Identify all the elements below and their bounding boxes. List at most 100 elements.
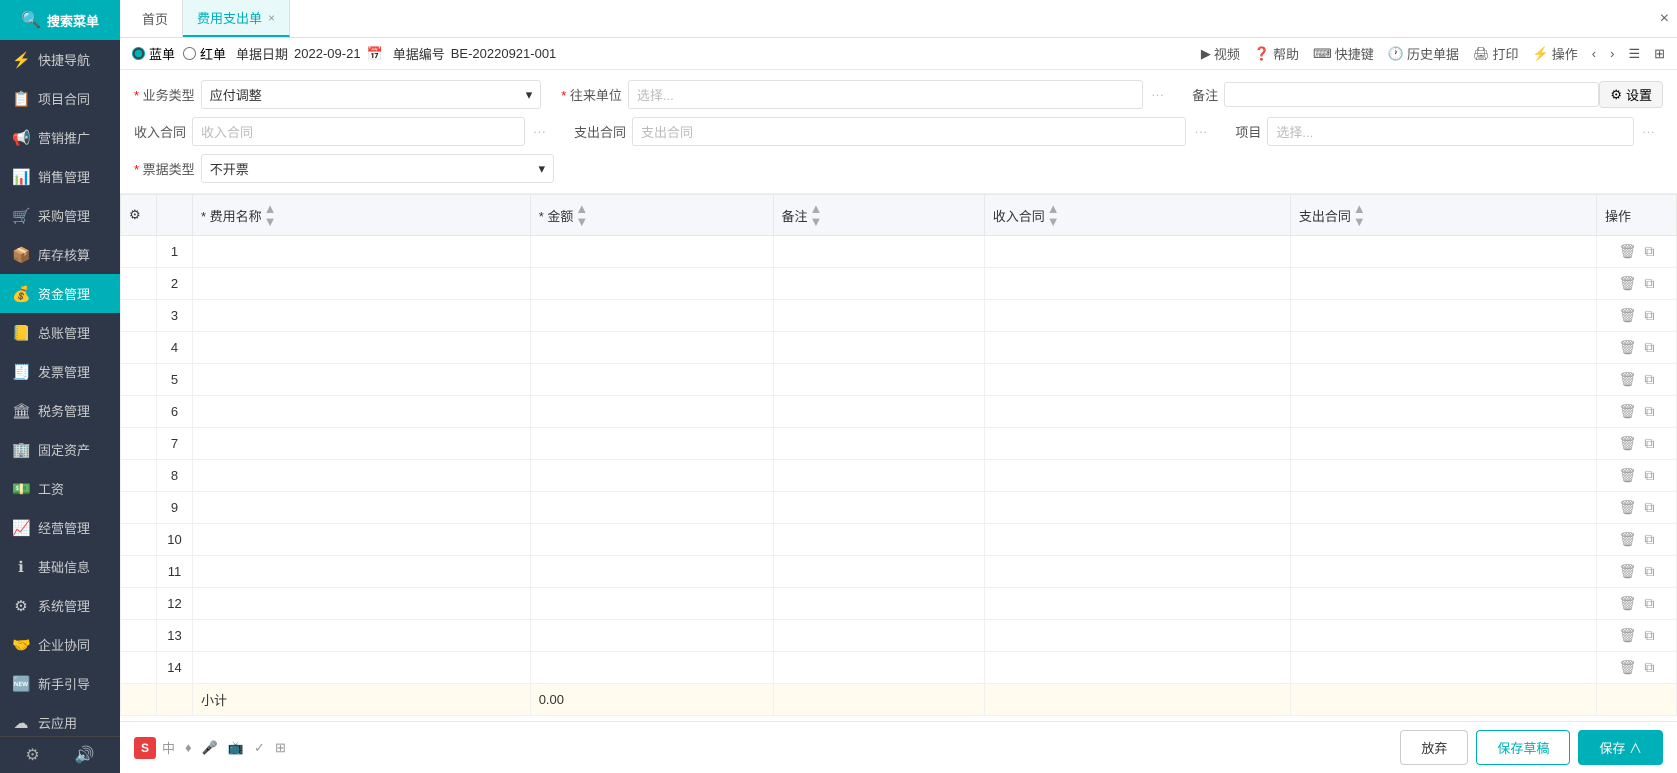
row-income-contract-12[interactable] — [984, 588, 1290, 620]
row-remark-7[interactable] — [773, 428, 984, 460]
row-amount-6[interactable] — [530, 396, 773, 428]
sidebar-item-ledger-mgmt[interactable]: 📒 总账管理 — [0, 313, 120, 352]
remark-input[interactable] — [1224, 82, 1599, 107]
sidebar-item-project-contract[interactable]: 📋 项目合同 — [0, 79, 120, 118]
row-income-contract-1[interactable] — [984, 236, 1290, 268]
sidebar-item-payroll[interactable]: 💵 工资 — [0, 469, 120, 508]
row-expense-contract-4[interactable] — [1290, 332, 1596, 364]
row-income-contract-14[interactable] — [984, 652, 1290, 684]
row-expense-contract-11[interactable] — [1290, 556, 1596, 588]
row-delete-4[interactable]: 🗑 — [1619, 339, 1637, 356]
row-delete-2[interactable]: 🗑 — [1619, 275, 1637, 292]
settings-button[interactable]: ⚙ 设置 — [1599, 81, 1663, 108]
row-remark-3[interactable] — [773, 300, 984, 332]
row-delete-7[interactable]: 🗑 — [1619, 435, 1637, 452]
row-amount-7[interactable] — [530, 428, 773, 460]
expense-contract-dots[interactable]: ··· — [1194, 124, 1207, 139]
row-amount-5[interactable] — [530, 364, 773, 396]
row-copy-12[interactable]: ⧉ — [1644, 595, 1654, 612]
row-delete-10[interactable]: 🗑 — [1619, 531, 1637, 548]
row-delete-6[interactable]: 🗑 — [1619, 403, 1637, 420]
counterpart-dots[interactable]: ··· — [1151, 87, 1164, 102]
nav-left-btn[interactable]: ‹ — [1592, 46, 1596, 61]
save-draft-button[interactable]: 保存草稿 — [1476, 730, 1570, 765]
tool-check[interactable]: ✓ — [254, 740, 265, 756]
row-expense-name-4[interactable] — [193, 332, 531, 364]
th-expense-name[interactable]: * 费用名称 ▲▼ — [193, 195, 531, 236]
radio-red[interactable] — [183, 47, 196, 60]
sidebar-item-capital-mgmt[interactable]: 💰 资金管理 — [0, 274, 120, 313]
tab-home[interactable]: 首页 — [128, 0, 183, 37]
row-remark-10[interactable] — [773, 524, 984, 556]
audio-icon[interactable]: 🔊 — [75, 745, 95, 765]
row-income-contract-10[interactable] — [984, 524, 1290, 556]
sidebar-item-sys-mgmt[interactable]: ⚙ 系统管理 — [0, 586, 120, 625]
row-income-contract-7[interactable] — [984, 428, 1290, 460]
row-amount-12[interactable] — [530, 588, 773, 620]
row-income-contract-11[interactable] — [984, 556, 1290, 588]
row-expense-contract-12[interactable] — [1290, 588, 1596, 620]
row-copy-4[interactable]: ⧉ — [1644, 339, 1654, 356]
row-copy-5[interactable]: ⧉ — [1644, 371, 1654, 388]
row-expense-contract-3[interactable] — [1290, 300, 1596, 332]
sort-expense-name[interactable]: ▲▼ — [264, 202, 277, 228]
sort-expense[interactable]: ▲▼ — [1353, 202, 1366, 228]
th-income-contract[interactable]: 收入合同 ▲▼ — [984, 195, 1290, 236]
row-expense-contract-7[interactable] — [1290, 428, 1596, 460]
row-amount-3[interactable] — [530, 300, 773, 332]
row-copy-10[interactable]: ⧉ — [1644, 531, 1654, 548]
tool-zh[interactable]: 中 — [162, 738, 175, 757]
view-list-btn[interactable]: ☰ — [1628, 46, 1640, 62]
row-expense-name-10[interactable] — [193, 524, 531, 556]
row-copy-1[interactable]: ⧉ — [1644, 243, 1654, 260]
save-button[interactable]: 保存 ∧ — [1578, 730, 1663, 765]
view-grid-btn[interactable]: ⊞ — [1654, 46, 1665, 62]
row-expense-name-9[interactable] — [193, 492, 531, 524]
sidebar-item-quick-nav[interactable]: ⚡ 快捷导航 — [0, 40, 120, 79]
row-delete-11[interactable]: 🗑 — [1619, 563, 1637, 580]
row-copy-3[interactable]: ⧉ — [1644, 307, 1654, 324]
row-amount-1[interactable] — [530, 236, 773, 268]
row-copy-2[interactable]: ⧉ — [1644, 275, 1654, 292]
radio-red-label[interactable]: 红单 — [183, 44, 226, 63]
row-income-contract-6[interactable] — [984, 396, 1290, 428]
toolbar-print[interactable]: 🖨打印 — [1473, 44, 1519, 63]
row-expense-contract-5[interactable] — [1290, 364, 1596, 396]
row-expense-name-1[interactable] — [193, 236, 531, 268]
sidebar-item-invoice-mgmt[interactable]: 🧾 发票管理 — [0, 352, 120, 391]
th-amount[interactable]: * 金额 ▲▼ — [530, 195, 773, 236]
row-remark-1[interactable] — [773, 236, 984, 268]
row-expense-name-7[interactable] — [193, 428, 531, 460]
nav-right-btn[interactable]: › — [1610, 46, 1614, 61]
row-expense-contract-6[interactable] — [1290, 396, 1596, 428]
tool-diamond[interactable]: ♦ — [185, 740, 192, 755]
row-expense-name-12[interactable] — [193, 588, 531, 620]
row-amount-10[interactable] — [530, 524, 773, 556]
tab-close-expense[interactable]: × — [268, 11, 275, 25]
tool-grid[interactable]: ⊞ — [275, 740, 286, 756]
toolbar-shortcut[interactable]: ⌨快捷键 — [1313, 44, 1374, 63]
sidebar-item-fixed-assets[interactable]: 🏢 固定资产 — [0, 430, 120, 469]
sidebar-item-marketing[interactable]: 📢 营销推广 — [0, 118, 120, 157]
row-delete-3[interactable]: 🗑 — [1619, 307, 1637, 324]
row-copy-13[interactable]: ⧉ — [1644, 627, 1654, 644]
row-amount-13[interactable] — [530, 620, 773, 652]
row-expense-name-11[interactable] — [193, 556, 531, 588]
row-income-contract-8[interactable] — [984, 460, 1290, 492]
sidebar-item-tax-mgmt[interactable]: 🏛 税务管理 — [0, 391, 120, 430]
row-expense-contract-13[interactable] — [1290, 620, 1596, 652]
tool-mic[interactable]: 🎤 — [202, 740, 218, 756]
row-expense-contract-9[interactable] — [1290, 492, 1596, 524]
expense-contract-select[interactable]: 支出合同 — [632, 117, 1186, 146]
sidebar-item-purchase-mgmt[interactable]: 🛒 采购管理 — [0, 196, 120, 235]
toolbar-history[interactable]: 🕐历史单据 — [1388, 44, 1459, 63]
row-delete-5[interactable]: 🗑 — [1619, 371, 1637, 388]
th-gear[interactable]: ⚙ — [121, 195, 157, 236]
row-expense-name-14[interactable] — [193, 652, 531, 684]
row-expense-contract-2[interactable] — [1290, 268, 1596, 300]
sort-income[interactable]: ▲▼ — [1047, 202, 1060, 228]
sidebar-item-inventory[interactable]: 📦 库存核算 — [0, 235, 120, 274]
tab-expense[interactable]: 费用支出单× — [183, 0, 290, 37]
row-amount-2[interactable] — [530, 268, 773, 300]
toolbar-video[interactable]: ▶视频 — [1201, 44, 1240, 63]
